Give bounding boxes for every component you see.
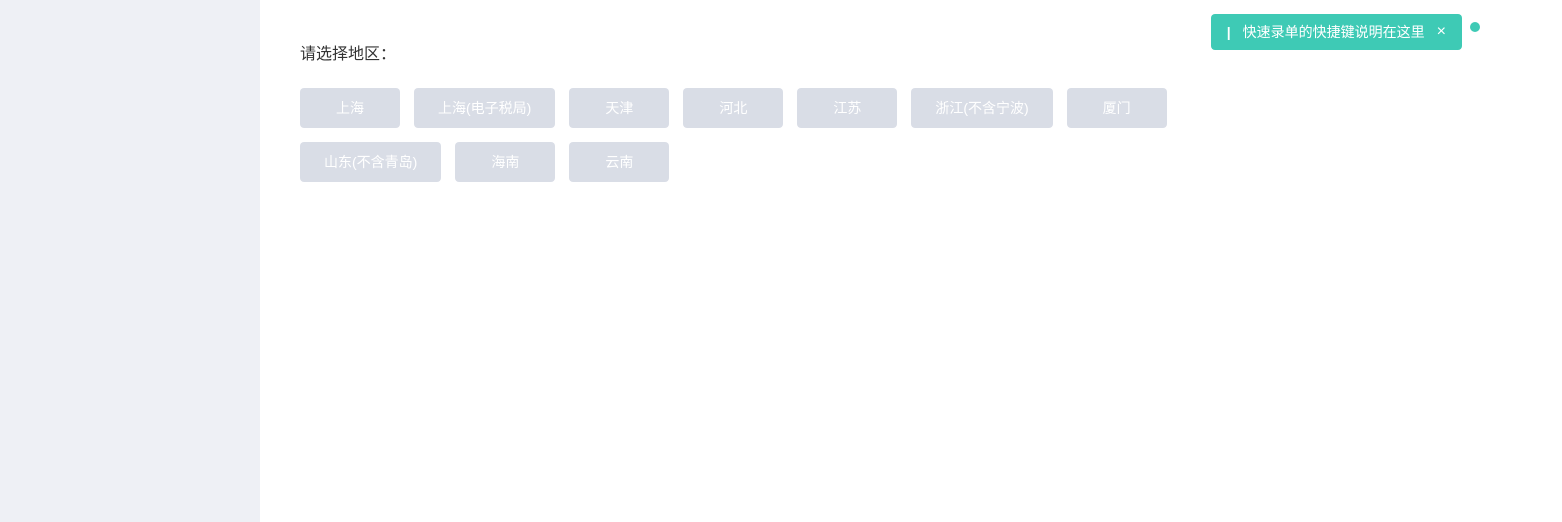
region-btn-hainan[interactable]: 海南 — [455, 142, 555, 182]
region-buttons: 上海 上海(电子税局) 天津 河北 江苏 浙江(不含宁波) 厦门 山东(不含青岛… — [300, 88, 1522, 182]
left-sidebar — [0, 0, 260, 522]
region-btn-xiamen[interactable]: 厦门 — [1067, 88, 1167, 128]
region-btn-shanghai-etax[interactable]: 上海(电子税局) — [414, 88, 555, 128]
region-row-2: 山东(不含青岛) 海南 云南 — [300, 142, 1522, 182]
tooltip-dot — [1470, 22, 1480, 32]
region-btn-shanghai[interactable]: 上海 — [300, 88, 400, 128]
region-btn-shandong[interactable]: 山东(不含青岛) — [300, 142, 441, 182]
tooltip-banner: 快速录单的快捷键说明在这里 × — [1211, 14, 1462, 50]
region-btn-hebei[interactable]: 河北 — [683, 88, 783, 128]
tooltip-close-button[interactable]: × — [1437, 23, 1446, 41]
tooltip-text: 快速录单的快捷键说明在这里 — [1243, 22, 1425, 42]
region-btn-zhejiang[interactable]: 浙江(不含宁波) — [911, 88, 1052, 128]
region-btn-tianjin[interactable]: 天津 — [569, 88, 669, 128]
region-btn-jiangsu[interactable]: 江苏 — [797, 88, 897, 128]
main-content: 请选择地区： 上海 上海(电子税局) 天津 河北 江苏 浙江(不含宁波) 厦门 … — [260, 0, 1562, 522]
region-row-1: 上海 上海(电子税局) 天津 河北 江苏 浙江(不含宁波) 厦门 — [300, 88, 1522, 128]
region-btn-yunnan[interactable]: 云南 — [569, 142, 669, 182]
